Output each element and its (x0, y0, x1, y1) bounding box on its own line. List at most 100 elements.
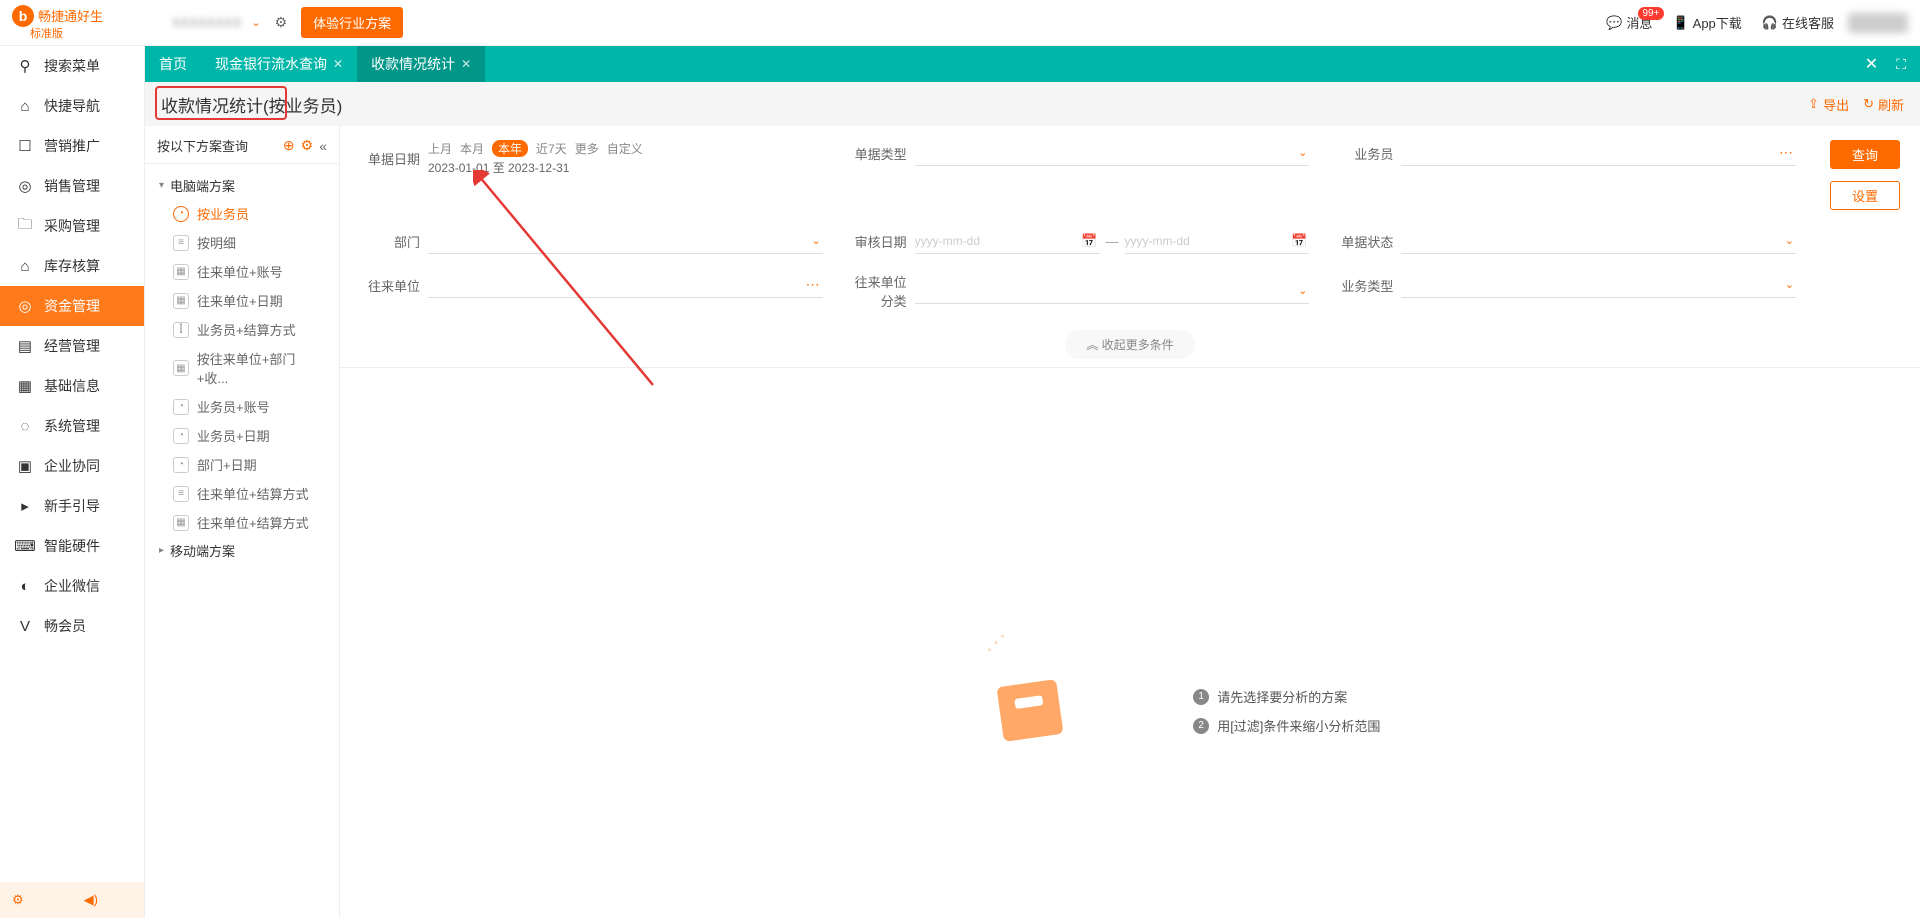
brand-name: 畅捷通好生 (38, 6, 103, 25)
sidebar-icon: ▸ (16, 497, 34, 515)
date-quick-option[interactable]: 近7天 (536, 140, 567, 157)
chevron-down-icon: ⌄ (1785, 278, 1794, 291)
sidebar-item-1[interactable]: ⌂快捷导航 (0, 86, 144, 126)
date-quick-option[interactable]: 本月 (460, 140, 484, 157)
date-quick-option[interactable]: 上月 (428, 140, 452, 157)
brand-logo: b 畅捷通好生 标准版 (12, 5, 142, 41)
audit-date-from[interactable]: yyyy-mm-dd📅 (915, 228, 1100, 254)
date-quick-option[interactable]: 更多 (575, 140, 599, 157)
scheme-item-0-0[interactable]: ◔按业务员 (145, 199, 339, 228)
sidebar-item-7[interactable]: ▤经营管理 (0, 326, 144, 366)
user-avatar-blur[interactable] (1848, 13, 1908, 33)
scheme-item-0-10[interactable]: ▦往来单位+结算方式 (145, 508, 339, 537)
chevron-down-icon: ⌄ (1298, 284, 1307, 297)
export-button[interactable]: ⇪导出 (1808, 95, 1849, 114)
scheme-item-0-3[interactable]: ▦往来单位+日期 (145, 286, 339, 315)
close-icon[interactable]: ✕ (461, 57, 471, 71)
sidebar-icon: ◌ (16, 417, 34, 435)
scheme-item-0-5[interactable]: ▦按往来单位+部门+收... (145, 344, 339, 392)
more-icon: ⋯ (1779, 144, 1794, 161)
sidebar-item-3[interactable]: ◎销售管理 (0, 166, 144, 206)
filter-doc-date: 单据日期 上月本月本年近7天更多自定义 2023-01-01 至 2023-12… (360, 140, 823, 176)
chevron-down-icon: ⌄ (1785, 234, 1794, 247)
tab-1[interactable]: 现金银行流水查询✕ (201, 46, 357, 82)
scheme-item-icon: ≡ (173, 235, 189, 251)
sidebar-item-10[interactable]: ▣企业协同 (0, 446, 144, 486)
sidebar-item-13[interactable]: ◐企业微信 (0, 566, 144, 606)
gear-icon[interactable]: ⚙ (275, 14, 288, 31)
filter-department[interactable]: 部门 ⌄ (360, 228, 823, 254)
sidebar-icon: ⌨ (16, 537, 34, 555)
scheme-item-0-2[interactable]: ▦往来单位+账号 (145, 257, 339, 286)
sidebar-icon: ▦ (16, 377, 34, 395)
filter-doc-type[interactable]: 单据类型 ⌄ (847, 140, 1310, 166)
date-quick-option[interactable]: 自定义 (607, 140, 643, 157)
filter-sales-person[interactable]: 业务员 ⋯ (1333, 140, 1796, 166)
company-name-blur[interactable]: XXXXXXXX (172, 15, 241, 30)
collapse-panel-icon[interactable]: « (319, 138, 327, 154)
chevron-down-icon[interactable]: ⌄ (251, 16, 260, 29)
scheme-item-icon: ▦ (173, 360, 189, 376)
export-icon: ⇪ (1808, 96, 1819, 112)
tabs-bar: 首页现金银行流水查询✕收款情况统计✕ ✕ ⛶ (145, 46, 1920, 82)
industry-plan-button[interactable]: 体验行业方案 (301, 7, 403, 38)
sidebar-item-0[interactable]: ⚲搜索菜单 (0, 46, 144, 86)
sidebar-icon: 🗀 (16, 217, 34, 235)
scheme-item-0-9[interactable]: ≡往来单位+结算方式 (145, 479, 339, 508)
fullscreen-icon[interactable]: ⛶ (1896, 56, 1906, 73)
app-download-button[interactable]: 📱 App下载 (1666, 13, 1747, 32)
scheme-item-icon: ≡ (173, 486, 189, 502)
sidebar-icon: ☐ (16, 137, 34, 155)
search-button[interactable]: 查询 (1830, 140, 1900, 169)
filter-doc-status[interactable]: 单据状态 ⌄ (1333, 228, 1796, 254)
filter-settings-button[interactable]: 设置 (1830, 181, 1900, 210)
refresh-button[interactable]: ↻刷新 (1863, 95, 1904, 114)
sidebar-item-8[interactable]: ▦基础信息 (0, 366, 144, 406)
top-right-menu: 💬 消息 99+ 📱 App下载 🎧 在线客服 (1600, 13, 1908, 33)
scheme-item-icon: ▦ (173, 264, 189, 280)
sidebar-item-11[interactable]: ▸新手引导 (0, 486, 144, 526)
filter-business-type[interactable]: 业务类型 ⌄ (1333, 272, 1796, 298)
scheme-item-0-6[interactable]: ◔业务员+账号 (145, 392, 339, 421)
sidebar-icon: ⌂ (16, 257, 34, 275)
headset-icon: 🎧 (1762, 15, 1778, 31)
tab-0[interactable]: 首页 (145, 46, 201, 82)
arrow-right-icon: ▸ (159, 545, 164, 556)
edition-label: 标准版 (30, 25, 103, 41)
sidebar-item-4[interactable]: 🗀采购管理 (0, 206, 144, 246)
message-icon: 💬 (1606, 15, 1622, 31)
scheme-item-0-7[interactable]: ◔业务员+日期 (145, 421, 339, 450)
scheme-item-icon: ◔ (173, 428, 189, 444)
filter-partner[interactable]: 往来单位 ⋯ (360, 272, 823, 298)
messages-button[interactable]: 💬 消息 99+ (1600, 13, 1658, 32)
sound-icon[interactable]: ◀) (84, 892, 98, 908)
tab-2[interactable]: 收款情况统计✕ (357, 46, 485, 82)
gear-icon[interactable]: ⚙ (12, 892, 24, 908)
scheme-panel: 按以下方案查询 ⊕ ⚙ « ▾电脑端方案◔按业务员≡按明细▦往来单位+账号▦往来… (145, 126, 340, 918)
brand-icon: b (12, 5, 34, 27)
sidebar-item-2[interactable]: ☐营销推广 (0, 126, 144, 166)
sidebar-item-12[interactable]: ⌨智能硬件 (0, 526, 144, 566)
sidebar-item-14[interactable]: V畅会员 (0, 606, 144, 646)
filter-partner-category[interactable]: 往来单位分类 ⌄ (847, 272, 1310, 310)
sidebar-item-5[interactable]: ⌂库存核算 (0, 246, 144, 286)
collapse-filters-button[interactable]: ︽ 收起更多条件 (1065, 330, 1195, 359)
close-icon[interactable]: ✕ (333, 57, 343, 71)
sidebar-item-9[interactable]: ◌系统管理 (0, 406, 144, 446)
sidebar-icon: ⚲ (16, 57, 34, 75)
date-quick-option[interactable]: 本年 (492, 140, 528, 157)
filter-panel: 单据日期 上月本月本年近7天更多自定义 2023-01-01 至 2023-12… (340, 126, 1920, 918)
instruction-steps: 1请先选择要分析的方案 2用[过滤]条件来缩小分析范围 (1193, 687, 1380, 745)
scheme-settings-icon[interactable]: ⚙ (301, 137, 314, 154)
add-scheme-icon[interactable]: ⊕ (283, 137, 295, 154)
sidebar-icon: ▣ (16, 457, 34, 475)
scheme-item-0-1[interactable]: ≡按明细 (145, 228, 339, 257)
scheme-group-1[interactable]: ▸移动端方案 (145, 537, 339, 564)
audit-date-to[interactable]: yyyy-mm-dd📅 (1125, 228, 1310, 254)
customer-service-button[interactable]: 🎧 在线客服 (1756, 13, 1840, 32)
scheme-group-0[interactable]: ▾电脑端方案 (145, 172, 339, 199)
close-all-icon[interactable]: ✕ (1865, 54, 1878, 74)
scheme-item-0-8[interactable]: ◔部门+日期 (145, 450, 339, 479)
sidebar-item-6[interactable]: ◎资金管理 (0, 286, 144, 326)
scheme-item-0-4[interactable]: ⫿业务员+结算方式 (145, 315, 339, 344)
